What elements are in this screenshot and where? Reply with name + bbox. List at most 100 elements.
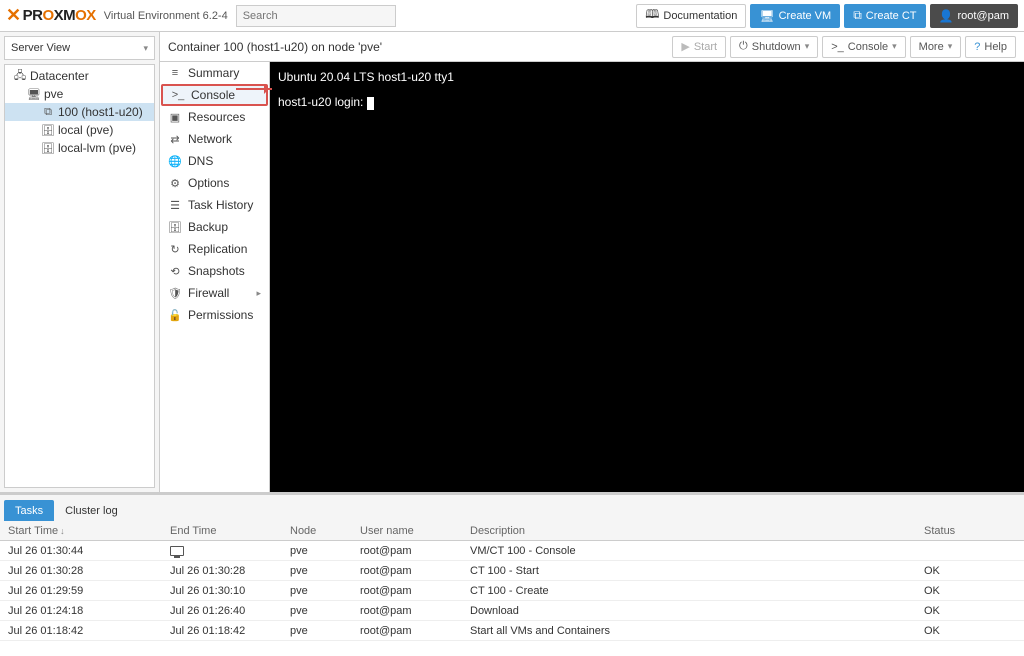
monitor-icon: 🖥 xyxy=(759,9,774,23)
menu-icon: 🛡 xyxy=(168,287,182,300)
tree-node[interactable]: 🖥pve xyxy=(5,85,154,103)
node-label: 100 (host1-u20) xyxy=(58,105,143,119)
task-log-panel: Tasks Cluster log Start Time↓ End Time N… xyxy=(0,492,1024,656)
log-row[interactable]: Jul 26 01:29:59Jul 26 01:30:10pveroot@pa… xyxy=(0,581,1024,601)
col-status[interactable]: Status xyxy=(924,525,1024,537)
documentation-label: Documentation xyxy=(663,10,737,22)
help-icon: ? xyxy=(974,41,980,53)
node-label: pve xyxy=(44,87,63,101)
menu-icon: 🔓 xyxy=(168,309,182,322)
log-row[interactable]: Jul 26 01:24:18Jul 26 01:26:40pveroot@pa… xyxy=(0,601,1024,621)
menu-icon: >_ xyxy=(171,89,185,101)
node-label: local (pve) xyxy=(58,123,113,137)
submenu-snapshots[interactable]: ⟲Snapshots xyxy=(160,260,269,282)
menu-icon: 🗄 xyxy=(168,221,182,234)
col-desc[interactable]: Description xyxy=(470,525,924,537)
content-body: ≡Summary >_ Console ▣ Resources ⇄ Network 🌐 DNS ⚙… xyxy=(160,62,1024,492)
menu-label: DNS xyxy=(188,154,213,168)
col-node[interactable]: Node xyxy=(290,525,360,537)
menu-icon: ☰ xyxy=(168,199,182,212)
power-icon: ⏻ xyxy=(739,40,748,53)
terminal-icon: >_ xyxy=(831,41,844,53)
submenu-network[interactable]: ⇄ Network xyxy=(160,128,269,150)
main: Server View ▾ 🖧Datacenter🖥pve⧉100 (host1… xyxy=(0,32,1024,492)
start-button[interactable]: ▶Start xyxy=(672,36,726,58)
node-label: Datacenter xyxy=(30,69,89,83)
submenu: ≡Summary >_ Console ▣ Resources ⇄ Network 🌐 DNS ⚙… xyxy=(160,62,270,492)
terminal-line: Ubuntu 20.04 LTS host1-u20 tty1 xyxy=(278,68,1016,87)
tab-tasks[interactable]: Tasks xyxy=(4,500,54,521)
submenu-summary[interactable]: ≡Summary xyxy=(160,62,269,84)
logo-x-icon: ✕ xyxy=(6,5,21,26)
annotation-arrow xyxy=(236,88,272,90)
tree-node[interactable]: ⧉100 (host1-u20) xyxy=(5,103,154,121)
tree: 🖧Datacenter🖥pve⧉100 (host1-u20)🗄local (p… xyxy=(4,64,155,488)
breadcrumb-bar: Container 100 (host1-u20) on node 'pve' … xyxy=(160,32,1024,62)
running-icon xyxy=(170,546,184,556)
log-row[interactable]: Jul 26 01:18:42Jul 26 01:18:42pveroot@pa… xyxy=(0,621,1024,641)
cube-icon: ⧉ xyxy=(853,8,862,23)
submenu-firewall[interactable]: 🛡Firewall▸ xyxy=(160,282,269,304)
log-header-row: Start Time↓ End Time Node User name Desc… xyxy=(0,521,1024,541)
console-button[interactable]: >_Console▾ xyxy=(822,36,905,58)
view-selector[interactable]: Server View ▾ xyxy=(4,36,155,60)
play-icon: ▶ xyxy=(681,40,689,53)
submenu-replication[interactable]: ↻Replication xyxy=(160,238,269,260)
submenu-dns[interactable]: 🌐 DNS xyxy=(160,150,269,172)
log-row[interactable]: Jul 26 01:30:44pveroot@pamVM/CT 100 - Co… xyxy=(0,541,1024,561)
menu-label: Network xyxy=(188,132,232,146)
menu-label: Resources xyxy=(188,110,245,124)
chevron-down-icon: ▾ xyxy=(948,41,953,52)
help-button[interactable]: ?Help xyxy=(965,36,1016,58)
col-start[interactable]: Start Time↓ xyxy=(0,525,170,537)
menu-label: Console xyxy=(191,88,235,102)
header: ✕ PROXMOX Virtual Environment 6.2-4 🕮 Doc… xyxy=(0,0,1024,32)
node-icon: 🗄 xyxy=(41,124,55,137)
console-terminal[interactable]: Ubuntu 20.04 LTS host1-u20 tty1 host1-u2… xyxy=(270,62,1024,492)
node-icon: 🖧 xyxy=(13,67,27,86)
sort-down-icon: ↓ xyxy=(60,526,65,536)
menu-icon: ≡ xyxy=(168,67,182,79)
menu-label: Snapshots xyxy=(188,264,245,278)
submenu-backup[interactable]: 🗄Backup xyxy=(160,216,269,238)
submenu-resources[interactable]: ▣ Resources xyxy=(160,106,269,128)
col-end[interactable]: End Time xyxy=(170,525,290,537)
search-input[interactable] xyxy=(236,5,396,27)
shutdown-button[interactable]: ⏻Shutdown▾ xyxy=(730,36,818,58)
node-icon: 🖥 xyxy=(27,88,41,101)
log-row[interactable]: Jul 26 01:30:28Jul 26 01:30:28pveroot@pa… xyxy=(0,561,1024,581)
col-user[interactable]: User name xyxy=(360,525,470,537)
submenu-task-history[interactable]: ☰ Task History xyxy=(160,194,269,216)
create-ct-button[interactable]: ⧉Create CT xyxy=(844,4,925,28)
version-label: Virtual Environment 6.2-4 xyxy=(104,10,228,22)
menu-icon: ⇄ xyxy=(168,133,182,146)
tree-node[interactable]: 🖧Datacenter xyxy=(5,67,154,85)
create-vm-label: Create VM xyxy=(779,10,832,22)
submenu-options[interactable]: ⚙Options xyxy=(160,172,269,194)
menu-icon: ▣ xyxy=(168,111,182,124)
logo: ✕ PROXMOX xyxy=(6,5,96,26)
submenu-permissions[interactable]: 🔓 Permissions xyxy=(160,304,269,326)
chevron-down-icon: ▾ xyxy=(805,41,810,52)
more-button[interactable]: More▾ xyxy=(910,36,962,58)
node-icon: ⧉ xyxy=(41,106,55,119)
user-icon: 👤 xyxy=(939,9,954,23)
sidebar-tree: Server View ▾ 🖧Datacenter🖥pve⧉100 (host1… xyxy=(0,32,160,492)
breadcrumb-title: Container 100 (host1-u20) on node 'pve' xyxy=(168,40,382,54)
book-icon: 🕮 xyxy=(645,5,659,26)
user-label: root@pam xyxy=(957,10,1009,22)
user-menu-button[interactable]: 👤root@pam xyxy=(930,4,1018,28)
menu-label: Permissions xyxy=(188,308,253,322)
log-tabs: Tasks Cluster log xyxy=(0,495,1024,521)
create-vm-button[interactable]: 🖥 Create VM xyxy=(750,4,840,28)
tree-node[interactable]: 🗄local (pve) xyxy=(5,121,154,139)
log-table: Start Time↓ End Time Node User name Desc… xyxy=(0,521,1024,656)
chevron-down-icon: ▾ xyxy=(143,43,148,54)
content: Container 100 (host1-u20) on node 'pve' … xyxy=(160,32,1024,492)
documentation-button[interactable]: 🕮 Documentation xyxy=(636,4,746,28)
menu-label: Task History xyxy=(188,198,253,212)
tree-node[interactable]: 🗄local-lvm (pve) xyxy=(5,139,154,157)
tab-cluster-log[interactable]: Cluster log xyxy=(54,500,129,521)
node-label: local-lvm (pve) xyxy=(58,141,136,155)
menu-icon: 🌐 xyxy=(168,155,182,168)
